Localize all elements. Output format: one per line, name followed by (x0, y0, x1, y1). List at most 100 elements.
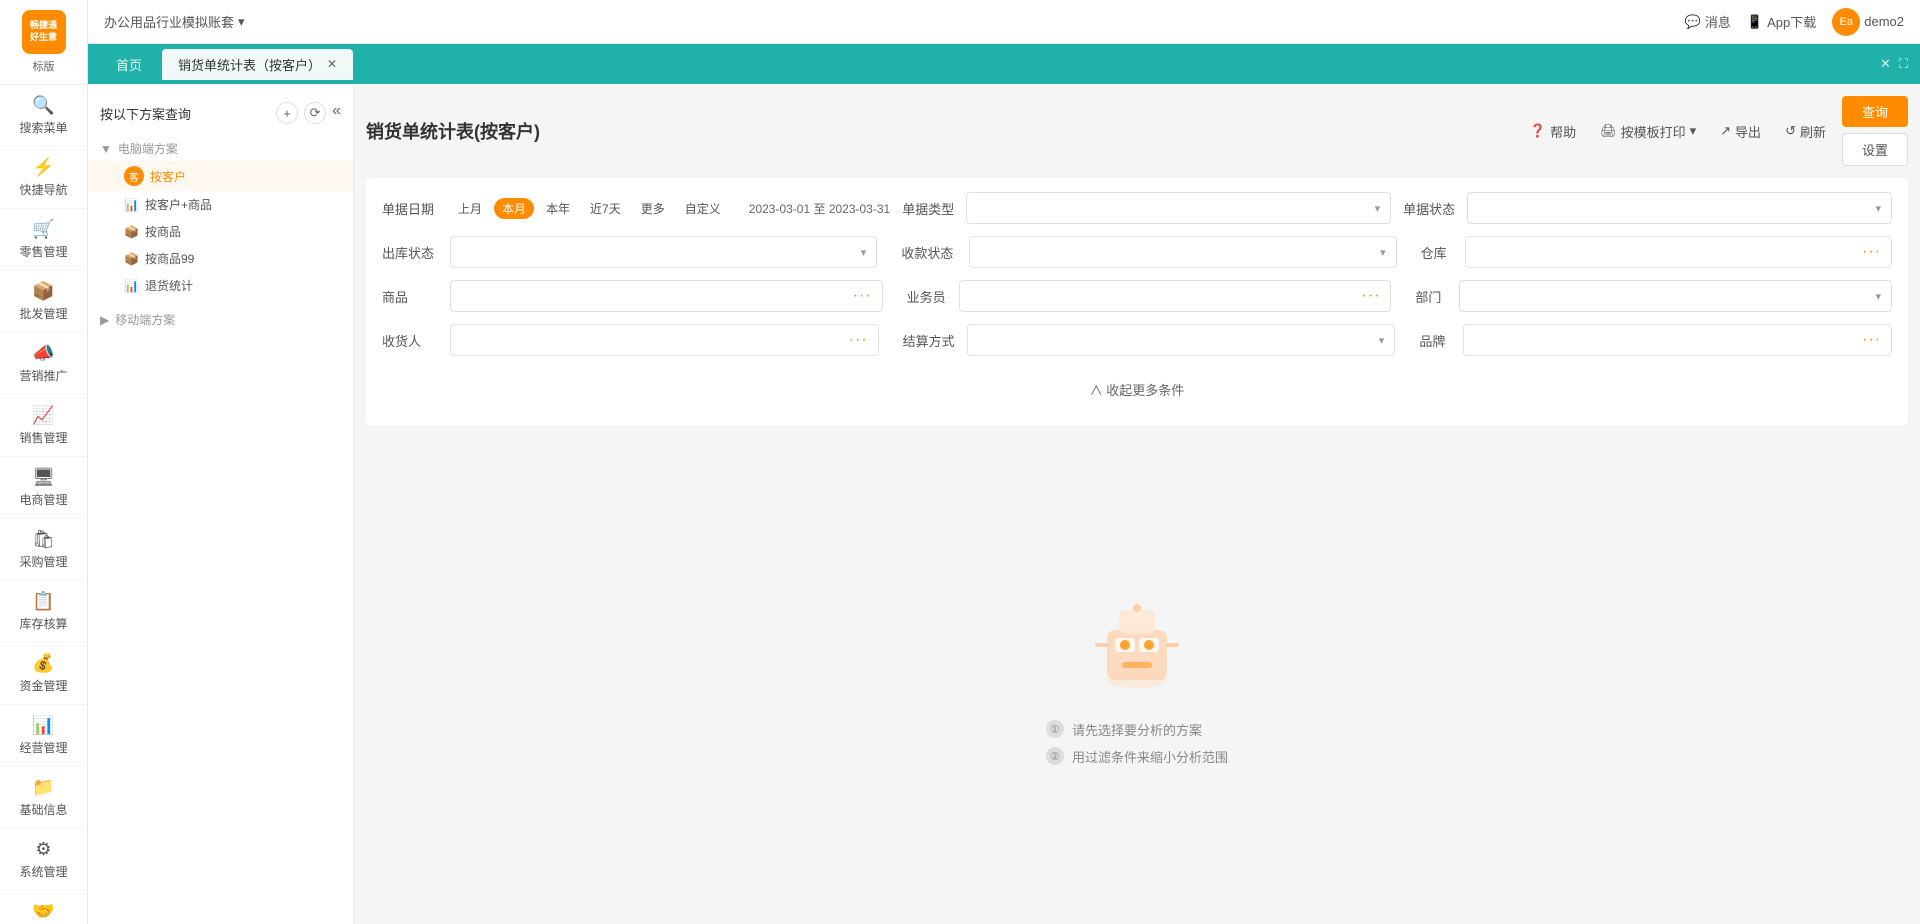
collapse-filter-button[interactable]: ∧ 收起更多条件 (1074, 376, 1201, 403)
sidebar-item-operations[interactable]: 📊 经营管理 (0, 705, 87, 767)
warehouse-label: 仓库 (1421, 243, 1453, 262)
tree-item-return-stats[interactable]: 📊 退货统计 (88, 272, 353, 299)
doc-status-select[interactable]: ▾ (1467, 192, 1892, 224)
maximize-window-icon[interactable]: ⛶ (1899, 56, 1908, 72)
sidebar-item-system[interactable]: ⚙ 系统管理 (0, 829, 87, 891)
tree-group-mobile[interactable]: ▶ 移动端方案 (88, 303, 353, 332)
tip-text-2: 用过滤条件来缩小分析范围 (1072, 747, 1228, 766)
query-settings-group: 查询 设置 (1842, 96, 1908, 166)
settings-button[interactable]: 设置 (1842, 133, 1908, 166)
filter-row-date: 单据日期 上月 本月 本年 近7天 更多 自定义 2023-03-01 至 20… (382, 192, 1892, 224)
help-icon: ❓ (1530, 123, 1546, 139)
export-button[interactable]: ↗ 导出 (1712, 118, 1769, 145)
sidebar-item-inventory[interactable]: 📋 库存核算 (0, 581, 87, 643)
tree-group-desktop[interactable]: ▼ 电脑端方案 (88, 132, 353, 161)
tree-expand-icon: ▼ (100, 142, 112, 156)
date-tab-custom[interactable]: 自定义 (677, 198, 729, 219)
recipient-select[interactable]: ··· (450, 324, 879, 356)
recipient-dots-icon: ··· (849, 331, 868, 349)
refresh-button[interactable]: ↺ 刷新 (1777, 118, 1834, 145)
filter-row-recipient: 收货人 ··· 结算方式 ▾ 品牌 ··· (382, 324, 1892, 356)
inventory-icon: 📋 (32, 591, 54, 612)
brand-select[interactable]: ··· (1463, 324, 1892, 356)
purchase-icon: 🛍 (32, 529, 55, 550)
header-right: 💬 消息 📱 App下载 Ea demo2 (1685, 8, 1904, 36)
search-icon: 🔍 (32, 95, 54, 116)
goods-select[interactable]: ··· (450, 280, 883, 312)
sidebar-item-enterprise[interactable]: 🤝 企业协同 (0, 891, 87, 924)
date-tab-last-month[interactable]: 上月 (450, 198, 490, 219)
doc-type-arrow-icon: ▾ (1375, 202, 1381, 215)
date-tab-last7[interactable]: 近7天 (582, 198, 629, 219)
finance-icon: 💰 (32, 653, 54, 674)
tree-group-label-text: 电脑端方案 (118, 140, 178, 157)
tab-bar: 首页 销货单统计表（按客户） ✕ ✕ ⛶ (88, 44, 1920, 84)
sidebar-item-purchase[interactable]: 🛍 采购管理 (0, 519, 87, 581)
sidebar-item-ecommerce[interactable]: 🖥 电商管理 (0, 457, 87, 519)
tab-home[interactable]: 首页 (100, 49, 158, 80)
doc-status-arrow-icon: ▾ (1875, 202, 1881, 215)
message-button[interactable]: 💬 消息 (1685, 12, 1731, 31)
refresh-label: 刷新 (1800, 122, 1826, 141)
user-menu[interactable]: Ea demo2 (1832, 8, 1904, 36)
tree-item-by-goods[interactable]: 📦 按商品 (88, 218, 353, 245)
sidebar-item-marketing[interactable]: 📣 营销推广 (0, 333, 87, 395)
sidebar-item-shortcut[interactable]: ⚡ 快捷导航 (0, 147, 87, 209)
sidebar-item-label: 经营管理 (19, 739, 67, 756)
industry-selector[interactable]: 办公用品行业模拟账套 ▾ (104, 12, 245, 31)
date-tab-this-year[interactable]: 本年 (538, 198, 578, 219)
sidebar-item-label: 批发管理 (19, 305, 67, 322)
help-button[interactable]: ❓ 帮助 (1522, 118, 1584, 145)
sidebar-item-label: 电商管理 (19, 491, 67, 508)
left-panel-title: 按以下方案查询 (100, 104, 191, 123)
sidebar-item-sales[interactable]: 📈 销售管理 (0, 395, 87, 457)
payment-select[interactable]: ▾ (967, 324, 1396, 356)
sidebar-item-retail[interactable]: 🛒 零售管理 (0, 209, 87, 271)
page-title-bar: 销货单统计表(按客户) ❓ 帮助 🖨 按模板打印 ▾ ↗ 导出 (366, 96, 1908, 166)
collapse-panel-button[interactable]: « (332, 102, 341, 124)
date-tab-this-month[interactable]: 本月 (494, 198, 534, 219)
department-select[interactable]: ▾ (1459, 280, 1892, 312)
collapse-row: ∧ 收起更多条件 (382, 368, 1892, 411)
goods-label: 商品 (382, 287, 438, 306)
sidebar-item-label: 营销推广 (19, 367, 67, 384)
doc-type-select[interactable]: ▾ (966, 192, 1391, 224)
print-button[interactable]: 🖨 按模板打印 ▾ (1592, 118, 1704, 145)
sidebar-item-basic[interactable]: 📁 基础信息 (0, 767, 87, 829)
home-tab-label: 首页 (116, 55, 142, 74)
receipt-status-select[interactable]: ▾ (969, 236, 1396, 268)
empty-tip-2: ② 用过滤条件来缩小分析范围 (1046, 747, 1228, 766)
tab-report[interactable]: 销货单统计表（按客户） ✕ (162, 49, 353, 80)
page-actions: ❓ 帮助 🖨 按模板打印 ▾ ↗ 导出 ↺ 刷新 (1522, 96, 1908, 166)
refresh-icon: ↺ (1785, 123, 1796, 139)
warehouse-select[interactable]: ··· (1465, 236, 1892, 268)
tab-close-icon[interactable]: ✕ (327, 57, 337, 71)
tree-item-by-customer-goods[interactable]: 📊 按客户+商品 (88, 191, 353, 218)
empty-tips: ① 请先选择要分析的方案 ② 用过滤条件来缩小分析范围 (1046, 720, 1228, 766)
staff-select[interactable]: ··· (959, 280, 1392, 312)
print-icon: 🖨 (1600, 123, 1617, 139)
add-scheme-button[interactable]: + (276, 102, 298, 124)
query-button[interactable]: 查询 (1842, 96, 1908, 127)
date-tab-more[interactable]: 更多 (633, 198, 673, 219)
refresh-scheme-button[interactable]: ⟳ (304, 102, 326, 124)
tree-expand-icon-mobile: ▶ (100, 313, 109, 327)
tree-item-by-customer[interactable]: 客 按客户 (88, 161, 353, 191)
sidebar-item-label: 资金管理 (19, 677, 67, 694)
sidebar-item-wholesale[interactable]: 📦 批发管理 (0, 271, 87, 333)
app-download-button[interactable]: 📱 App下载 (1747, 12, 1816, 31)
tree-item-by-goods-99[interactable]: 📦 按商品99 (88, 245, 353, 272)
staff-dots-icon: ··· (1361, 287, 1380, 305)
out-status-label: 出库状态 (382, 243, 438, 262)
out-status-select[interactable]: ▾ (450, 236, 877, 268)
help-label: 帮助 (1550, 122, 1576, 141)
tip-number-1: ① (1046, 720, 1064, 738)
ecommerce-icon: 🖥 (32, 467, 55, 488)
sidebar-item-finance[interactable]: 💰 资金管理 (0, 643, 87, 705)
dropdown-arrow-icon: ▾ (238, 14, 245, 30)
sidebar-item-search[interactable]: 🔍 搜索菜单 (0, 85, 87, 147)
sales-icon: 📈 (32, 405, 54, 426)
left-panel: 按以下方案查询 + ⟳ « ▼ 电脑端方案 客 按客户 📊 按客户+商品 (88, 84, 354, 924)
close-window-icon[interactable]: ✕ (1880, 56, 1891, 72)
brand-label: 品牌 (1419, 331, 1451, 350)
